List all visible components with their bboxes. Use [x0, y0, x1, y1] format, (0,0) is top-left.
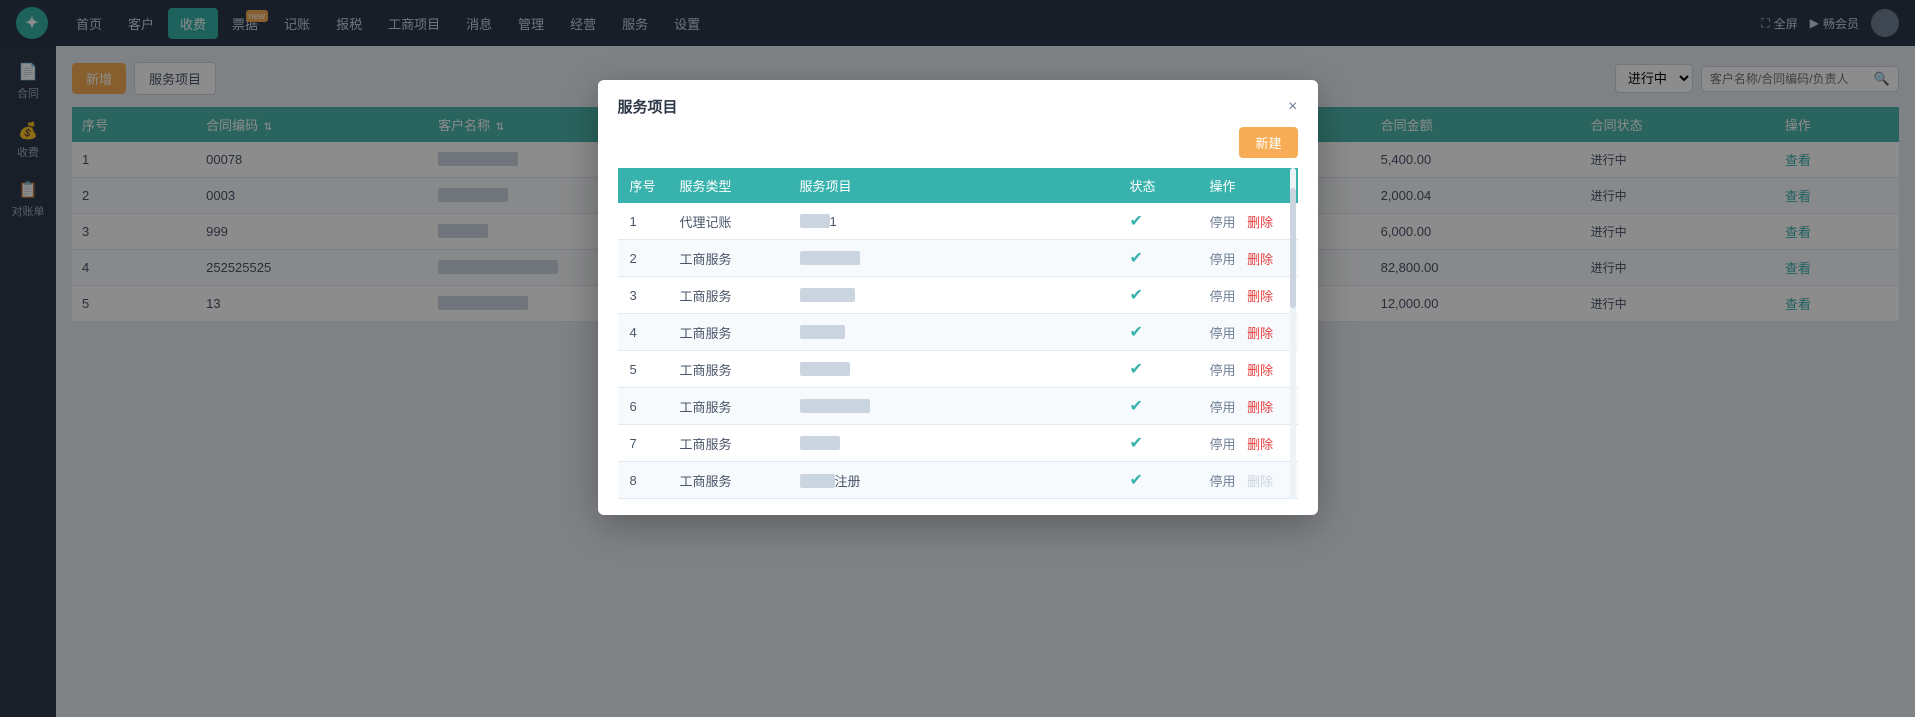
modal-cell-item — [788, 351, 1118, 388]
stop-button[interactable]: 停用 — [1210, 474, 1236, 489]
modal-cell-type: 代理记账 — [668, 203, 788, 240]
modal-cell-actions: 停用 删除 — [1198, 462, 1298, 499]
modal-cell-status: ✔ — [1118, 240, 1198, 277]
delete-button[interactable]: 删除 — [1247, 326, 1273, 341]
modal-cell-item: 注册 — [788, 462, 1118, 499]
service-items-table: 序号 服务类型 服务项目 状态 操作 1 代理记账 1 — [618, 168, 1298, 499]
stop-button[interactable]: 停用 — [1210, 363, 1236, 378]
modal-table-row: 4 工商服务 ✔ 停用 删除 — [618, 314, 1298, 351]
stop-button[interactable]: 停用 — [1210, 326, 1236, 341]
modal-cell-type: 工商服务 — [668, 314, 788, 351]
modal-cell-seq: 4 — [618, 314, 668, 351]
modal-cell-status: ✔ — [1118, 462, 1198, 499]
delete-button[interactable]: 删除 — [1247, 363, 1273, 378]
delete-button[interactable]: 删除 — [1247, 252, 1273, 267]
stop-button[interactable]: 停用 — [1210, 252, 1236, 267]
modal-col-action: 操作 — [1198, 168, 1298, 203]
modal-cell-status: ✔ — [1118, 203, 1198, 240]
modal-title: 服务项目 — [618, 96, 678, 117]
modal-table-row: 1 代理记账 1 ✔ 停用 删除 — [618, 203, 1298, 240]
modal-table-row: 3 工商服务 ✔ 停用 删除 — [618, 277, 1298, 314]
modal-table-row: 6 工商服务 ✔ 停用 删除 — [618, 388, 1298, 425]
modal-cell-seq: 8 — [618, 462, 668, 499]
delete-button[interactable]: 删除 — [1247, 289, 1273, 304]
modal-cell-actions: 停用 删除 — [1198, 388, 1298, 425]
stop-button[interactable]: 停用 — [1210, 400, 1236, 415]
modal-table-row: 8 工商服务 注册 ✔ 停用 删除 — [618, 462, 1298, 499]
scrollbar-track[interactable] — [1290, 168, 1296, 499]
modal-cell-actions: 停用 删除 — [1198, 203, 1298, 240]
modal-cell-type: 工商服务 — [668, 425, 788, 462]
modal-cell-type: 工商服务 — [668, 277, 788, 314]
modal-cell-item — [788, 388, 1118, 425]
modal-cell-status: ✔ — [1118, 425, 1198, 462]
modal-cell-status: ✔ — [1118, 351, 1198, 388]
modal-cell-item: 1 — [788, 203, 1118, 240]
delete-button[interactable]: 删除 — [1247, 400, 1273, 415]
modal-cell-seq: 3 — [618, 277, 668, 314]
modal-cell-seq: 1 — [618, 203, 668, 240]
modal-table-row: 2 工商服务 ✔ 停用 删除 — [618, 240, 1298, 277]
modal-col-seq: 序号 — [618, 168, 668, 203]
modal-cell-seq: 5 — [618, 351, 668, 388]
modal-cell-status: ✔ — [1118, 277, 1198, 314]
modal-cell-seq: 2 — [618, 240, 668, 277]
delete-button[interactable]: 删除 — [1247, 437, 1273, 452]
modal-cell-type: 工商服务 — [668, 462, 788, 499]
modal-cell-actions: 停用 删除 — [1198, 351, 1298, 388]
service-items-modal: 服务项目 × 新建 序号 服务类型 服务项目 状态 操作 — [598, 80, 1318, 515]
modal-cell-type: 工商服务 — [668, 351, 788, 388]
modal-new-button[interactable]: 新建 — [1239, 127, 1297, 158]
modal-col-status: 状态 — [1118, 168, 1198, 203]
modal-cell-status: ✔ — [1118, 388, 1198, 425]
modal-close-button[interactable]: × — [1288, 99, 1297, 115]
modal-cell-actions: 停用 删除 — [1198, 314, 1298, 351]
stop-button[interactable]: 停用 — [1210, 215, 1236, 230]
modal-cell-item — [788, 425, 1118, 462]
modal-cell-type: 工商服务 — [668, 240, 788, 277]
modal-cell-actions: 停用 删除 — [1198, 277, 1298, 314]
modal-cell-item — [788, 240, 1118, 277]
modal-toolbar: 新建 — [618, 127, 1298, 158]
modal-cell-seq: 7 — [618, 425, 668, 462]
modal-col-item: 服务项目 — [788, 168, 1118, 203]
delete-button[interactable]: 删除 — [1247, 215, 1273, 230]
modal-table-row: 7 工商服务 ✔ 停用 删除 — [618, 425, 1298, 462]
modal-body: 新建 序号 服务类型 服务项目 状态 操作 — [598, 127, 1318, 515]
modal-overlay[interactable]: 服务项目 × 新建 序号 服务类型 服务项目 状态 操作 — [0, 0, 1915, 717]
stop-button[interactable]: 停用 — [1210, 289, 1236, 304]
modal-table-row: 5 工商服务 ✔ 停用 删除 — [618, 351, 1298, 388]
modal-cell-seq: 6 — [618, 388, 668, 425]
modal-table-wrapper: 序号 服务类型 服务项目 状态 操作 1 代理记账 1 — [618, 168, 1298, 499]
stop-button[interactable]: 停用 — [1210, 437, 1236, 452]
modal-cell-status: ✔ — [1118, 314, 1198, 351]
delete-button[interactable]: 删除 — [1247, 474, 1273, 489]
modal-cell-item — [788, 277, 1118, 314]
modal-header: 服务项目 × — [598, 80, 1318, 127]
scrollbar-thumb[interactable] — [1290, 188, 1296, 308]
modal-cell-actions: 停用 删除 — [1198, 425, 1298, 462]
modal-cell-actions: 停用 删除 — [1198, 240, 1298, 277]
modal-col-type: 服务类型 — [668, 168, 788, 203]
modal-cell-item — [788, 314, 1118, 351]
modal-cell-type: 工商服务 — [668, 388, 788, 425]
